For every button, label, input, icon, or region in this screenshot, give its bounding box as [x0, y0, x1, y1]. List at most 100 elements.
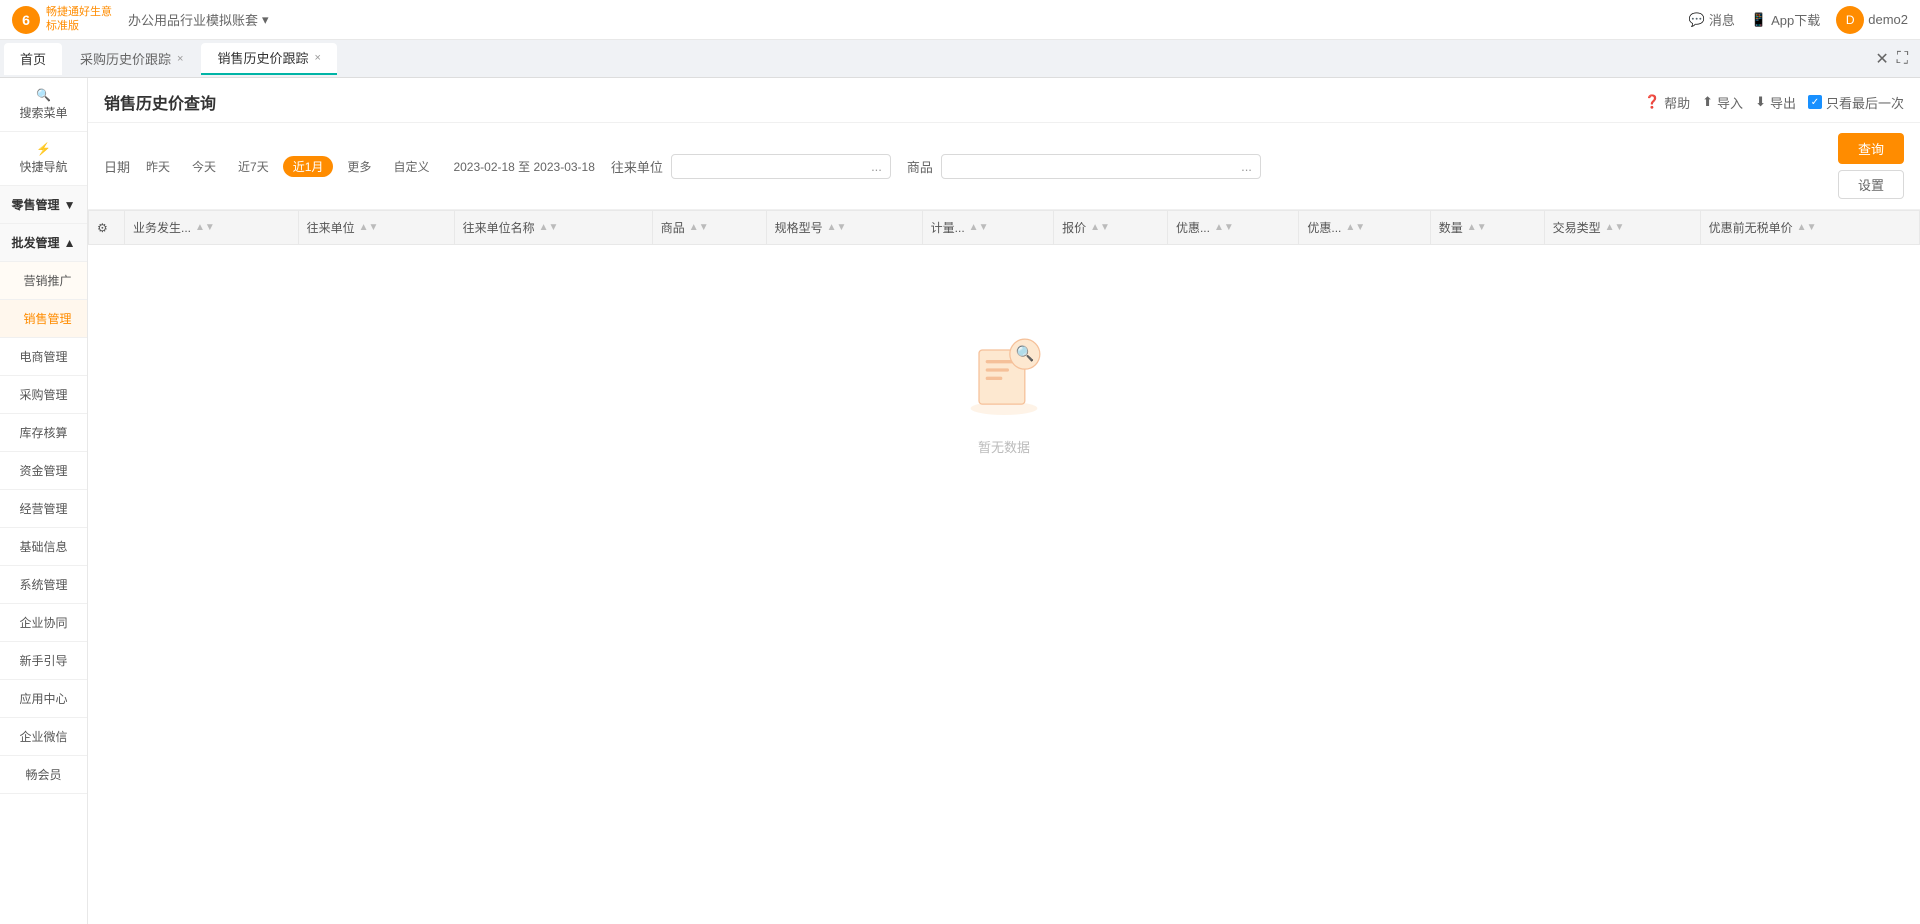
tab-purchase-history-label: 采购历史价跟踪	[80, 49, 171, 68]
sidebar-item-enterprise-wechat[interactable]: 企业微信	[0, 718, 87, 756]
import-button[interactable]: ⬆ 导入	[1702, 93, 1743, 112]
filter-bar: 日期 昨天 今天 近7天 近1月 更多 自定义 2023-02-18 至 202…	[88, 123, 1920, 210]
th-quote[interactable]: 报价 ▲▼	[1054, 211, 1168, 245]
page-header-actions: ❓ 帮助 ⬆ 导入 ⬇ 导出 只看最后一次	[1644, 93, 1904, 112]
date-btn-custom[interactable]: 自定义	[385, 156, 437, 177]
th-discount2[interactable]: 优惠... ▲▼	[1299, 211, 1430, 245]
table-header-row: ⚙ 业务发生... ▲▼ 往来单位	[89, 211, 1920, 245]
sidebar-item-basic-info[interactable]: 基础信息	[0, 528, 87, 566]
topbar: 6 畅捷通好生意 标准版 办公用品行业模拟账套 ▾ 💬 消息 📱 App下载 D…	[0, 0, 1920, 40]
sort-icon-pre-tax-price: ▲▼	[1797, 224, 1817, 232]
export-button[interactable]: ⬇ 导出	[1755, 93, 1796, 112]
th-counterparty-name[interactable]: 往来单位名称 ▲▼	[454, 211, 652, 245]
svg-text:🔍: 🔍	[1015, 343, 1034, 362]
sort-icon-unit: ▲▼	[969, 224, 989, 232]
sidebar-item-operations[interactable]: 经营管理	[0, 490, 87, 528]
logo-area: 6 畅捷通好生意 标准版	[12, 6, 112, 34]
main-layout: 🔍 搜索菜单 ⚡ 快捷导航 零售管理 ▼ 批发管理 ▲ 营销推广 销售管理 电商…	[0, 78, 1920, 924]
counterparty-filter-group: 往来单位 ...	[611, 154, 891, 179]
th-gear: ⚙	[89, 211, 125, 245]
date-filter-group: 日期 昨天 今天 近7天 近1月 更多 自定义	[104, 156, 437, 177]
sidebar-item-retail[interactable]: 零售管理 ▼	[0, 186, 87, 224]
tab-purchase-history[interactable]: 采购历史价跟踪 ×	[64, 43, 199, 75]
sort-icon-discount1: ▲▼	[1214, 224, 1234, 232]
content-area: 销售历史价查询 ❓ 帮助 ⬆ 导入 ⬇ 导出	[88, 78, 1920, 924]
tab-sales-history[interactable]: 销售历史价跟踪 ×	[201, 43, 336, 75]
empty-state: 🔍 暂无数据	[88, 245, 1920, 536]
tab-sales-history-label: 销售历史价跟踪	[217, 48, 308, 67]
sort-icon-trade-type: ▲▼	[1605, 224, 1625, 232]
close-all-tabs-button[interactable]: ✕	[1875, 49, 1888, 69]
th-discount1[interactable]: 优惠... ▲▼	[1167, 211, 1298, 245]
chevron-down-icon: ▾	[262, 12, 269, 28]
tabbar: 首页 采购历史价跟踪 × 销售历史价跟踪 × ✕ ⛶	[0, 40, 1920, 78]
goods-input[interactable]: ...	[941, 154, 1261, 179]
settings-button[interactable]: 设置	[1838, 170, 1904, 199]
sidebar-item-member[interactable]: 畅会员	[0, 756, 87, 794]
goods-dots-icon: ...	[1241, 159, 1252, 174]
date-label: 日期	[104, 157, 130, 176]
tab-purchase-history-close[interactable]: ×	[177, 53, 183, 65]
date-btn-1month[interactable]: 近1月	[283, 156, 334, 177]
goods-label: 商品	[907, 157, 933, 176]
sidebar-item-sales-mgmt[interactable]: 销售管理	[0, 300, 87, 338]
chevron-down-icon: ▼	[64, 198, 76, 212]
date-btn-7days[interactable]: 近7天	[230, 156, 277, 177]
th-trade-type[interactable]: 交易类型 ▲▼	[1544, 211, 1700, 245]
sidebar-item-marketing[interactable]: 营销推广	[0, 262, 87, 300]
th-pre-tax-price[interactable]: 优惠前无税单价 ▲▼	[1700, 211, 1919, 245]
sidebar-item-search[interactable]: 🔍 搜索菜单	[0, 78, 87, 132]
goods-filter-group: 商品 ...	[907, 154, 1261, 179]
logo-text: 畅捷通好生意 标准版	[46, 6, 112, 32]
sort-icon-discount2: ▲▼	[1345, 224, 1365, 232]
tab-sales-history-close[interactable]: ×	[314, 52, 320, 64]
th-unit[interactable]: 计量... ▲▼	[922, 211, 1053, 245]
date-btn-more[interactable]: 更多	[339, 156, 379, 177]
sidebar-item-wholesale[interactable]: 批发管理 ▲	[0, 224, 87, 262]
sort-icon-spec: ▲▼	[827, 224, 847, 232]
date-btn-yesterday[interactable]: 昨天	[138, 156, 178, 177]
sidebar-item-system[interactable]: 系统管理	[0, 566, 87, 604]
page-title: 销售历史价查询	[104, 90, 216, 114]
sort-icon-quote: ▲▼	[1090, 224, 1110, 232]
user-area[interactable]: D demo2	[1836, 6, 1908, 34]
help-icon: ❓	[1644, 94, 1660, 110]
page: 销售历史价查询 ❓ 帮助 ⬆ 导入 ⬇ 导出	[88, 78, 1920, 924]
th-goods[interactable]: 商品 ▲▼	[652, 211, 766, 245]
table-container: ⚙ 业务发生... ▲▼ 往来单位	[88, 210, 1920, 245]
gear-icon[interactable]: ⚙	[97, 221, 108, 235]
help-button[interactable]: ❓ 帮助	[1644, 93, 1690, 112]
query-button[interactable]: 查询	[1838, 133, 1904, 164]
date-range-group: 2023-02-18 至 2023-03-18	[453, 158, 594, 175]
sort-icon-goods: ▲▼	[689, 224, 709, 232]
sidebar-item-shortcut[interactable]: ⚡ 快捷导航	[0, 132, 87, 186]
chat-icon: 💬	[1689, 12, 1705, 28]
data-table: ⚙ 业务发生... ▲▼ 往来单位	[88, 210, 1920, 245]
date-btn-today[interactable]: 今天	[184, 156, 224, 177]
sidebar: 🔍 搜索菜单 ⚡ 快捷导航 零售管理 ▼ 批发管理 ▲ 营销推广 销售管理 电商…	[0, 78, 88, 924]
sidebar-item-purchase[interactable]: 采购管理	[0, 376, 87, 414]
sort-icon-counterparty: ▲▼	[359, 224, 379, 232]
only-last-checkbox-label[interactable]: 只看最后一次	[1808, 93, 1904, 112]
empty-icon: 🔍	[954, 325, 1054, 425]
tab-home[interactable]: 首页	[4, 43, 62, 75]
th-counterparty-code[interactable]: 往来单位 ▲▼	[298, 211, 454, 245]
counterparty-input[interactable]: ...	[671, 154, 891, 179]
logo-icon: 6	[12, 6, 40, 34]
sidebar-item-guide[interactable]: 新手引导	[0, 642, 87, 680]
app-download-button[interactable]: 📱 App下载	[1751, 10, 1820, 29]
fullscreen-button[interactable]: ⛶	[1897, 50, 1908, 68]
counterparty-label: 往来单位	[611, 157, 663, 176]
th-spec[interactable]: 规格型号 ▲▼	[766, 211, 922, 245]
th-quantity[interactable]: 数量 ▲▼	[1430, 211, 1544, 245]
sidebar-item-enterprise-collab[interactable]: 企业协同	[0, 604, 87, 642]
app-selector[interactable]: 办公用品行业模拟账套 ▾	[120, 6, 277, 33]
chat-button[interactable]: 💬 消息	[1689, 10, 1735, 29]
sidebar-item-finance[interactable]: 资金管理	[0, 452, 87, 490]
sidebar-item-inventory[interactable]: 库存核算	[0, 414, 87, 452]
sidebar-item-ecommerce[interactable]: 电商管理	[0, 338, 87, 376]
th-biz-date[interactable]: 业务发生... ▲▼	[125, 211, 299, 245]
query-actions: 查询 设置	[1838, 133, 1904, 199]
only-last-checkbox[interactable]	[1808, 95, 1822, 109]
sidebar-item-app-center[interactable]: 应用中心	[0, 680, 87, 718]
